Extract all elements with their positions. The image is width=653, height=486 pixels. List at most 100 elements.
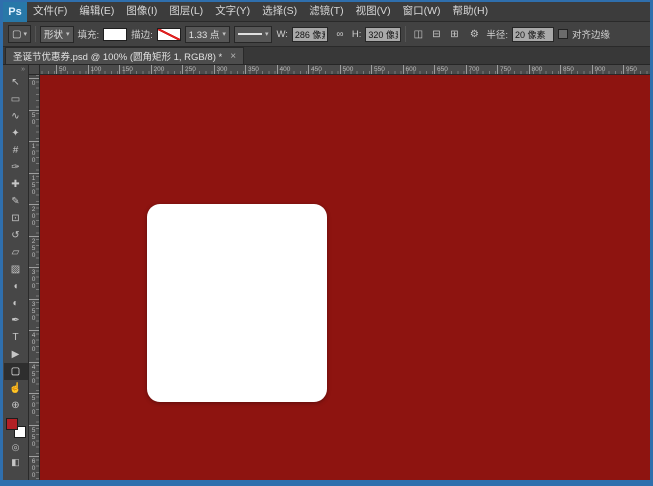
menu-view[interactable]: 视图(V) <box>350 2 397 21</box>
rounded-rectangle-shape[interactable] <box>147 204 327 402</box>
path-arrangement-icon[interactable]: ⊞ <box>446 26 462 43</box>
h-ruler-label: 50 <box>56 65 66 74</box>
menu-image[interactable]: 图像(I) <box>120 2 163 21</box>
close-tab-icon[interactable]: × <box>230 51 236 62</box>
fill-swatch[interactable] <box>103 27 128 41</box>
stroke-width-value: 1.33 点 <box>188 30 220 41</box>
v-ruler-label: 50 <box>29 109 39 126</box>
stroke-type-sample <box>237 33 262 35</box>
main-area: » ↖ ▭ ∿ ✦ # ✑ ✚ ✎ ⊡ ↺ ▱ ▨ ◖ ◐ ✒ T ▶ ▢ ☝ ⊕ ◎ ◧ 50 100 150 200 25… <box>3 65 650 480</box>
path-alignment-icon[interactable]: ⊟ <box>428 26 444 43</box>
v-ruler-label: 500 <box>29 393 39 416</box>
chevron-down-icon: ▾ <box>264 31 269 38</box>
dodge-tool[interactable]: ◐ <box>4 295 28 312</box>
zoom-tool[interactable]: ⊕ <box>4 397 28 414</box>
width-label: W: <box>276 28 288 40</box>
tool-preset-picker[interactable]: ▢ ▾ <box>8 25 31 43</box>
tools-panel: » ↖ ▭ ∿ ✦ # ✑ ✚ ✎ ⊡ ↺ ▱ ▨ ◖ ◐ ✒ T ▶ ▢ ☝ ⊕ ◎ ◧ <box>3 65 29 480</box>
h-ruler-label: 700 <box>465 65 479 74</box>
menu-help[interactable]: 帮助(H) <box>447 2 495 21</box>
link-dimensions-icon[interactable]: ∞ <box>332 26 348 43</box>
menu-type[interactable]: 文字(Y) <box>209 2 256 21</box>
document-tab[interactable]: 圣诞节优惠券.psd @ 100% (圆角矩形 1, RGB/8) * × <box>5 47 245 64</box>
path-op-buttons: ◫ ⊟ ⊞ <box>410 26 462 43</box>
path-operations-icon[interactable]: ◫ <box>410 26 426 43</box>
gear-icon[interactable]: ⚙ <box>466 26 482 43</box>
h-ruler-label: 300 <box>213 65 227 74</box>
h-ruler-label: 650 <box>434 65 448 74</box>
canvas[interactable] <box>40 75 650 480</box>
h-ruler-label: 950 <box>623 65 637 74</box>
tool-mode-value: 形状 <box>43 30 63 41</box>
menu-edit[interactable]: 编辑(E) <box>73 2 120 21</box>
height-label: H: <box>351 28 362 40</box>
quick-selection-tool[interactable]: ✦ <box>4 125 28 142</box>
photoshop-window: Ps 文件(F) 编辑(E) 图像(I) 图层(L) 文字(Y) 选择(S) 滤镜(T) 视图… <box>0 0 653 486</box>
height-input[interactable] <box>365 26 402 42</box>
foreground-color-swatch[interactable] <box>5 418 18 430</box>
radius-input[interactable] <box>512 26 555 42</box>
v-ruler-label: 400 <box>29 330 39 353</box>
stroke-width-select[interactable]: 1.33 点 ▾ <box>184 25 230 43</box>
eyedropper-tool[interactable]: ✑ <box>4 159 28 176</box>
quick-mask-button[interactable]: ◎ <box>4 440 28 455</box>
divider <box>34 26 36 42</box>
screen-mode-button[interactable]: ◧ <box>4 455 28 470</box>
h-ruler-label: 500 <box>339 65 353 74</box>
h-ruler-label: 900 <box>591 65 605 74</box>
v-ruler-label: 550 <box>29 424 39 448</box>
path-selection-tool[interactable]: ▶ <box>4 346 28 363</box>
radius-label: 半径: <box>486 30 509 41</box>
v-ruler-label: 450 <box>29 361 39 385</box>
menu-file[interactable]: 文件(F) <box>27 2 73 21</box>
lasso-tool[interactable]: ∿ <box>4 108 28 125</box>
color-swatches <box>5 418 26 438</box>
crop-tool[interactable]: # <box>4 142 28 159</box>
brush-tool[interactable]: ✎ <box>4 193 28 210</box>
rounded-rectangle-tool[interactable]: ▢ <box>3 363 28 380</box>
v-ruler-label: 600 <box>29 456 39 479</box>
menu-layer[interactable]: 图层(L) <box>163 2 209 21</box>
clone-stamp-tool[interactable]: ⊡ <box>4 210 28 227</box>
pen-tool[interactable]: ✒ <box>4 312 28 329</box>
blur-tool[interactable]: ◖ <box>4 278 28 295</box>
h-ruler-label: 750 <box>497 65 511 74</box>
eraser-tool[interactable]: ▱ <box>4 244 28 261</box>
rounded-rectangle-tool-icon: ▢ <box>12 28 22 40</box>
stroke-swatch[interactable] <box>156 27 181 41</box>
tool-mode-select[interactable]: 形状 ▾ <box>39 25 74 43</box>
collapse-panel-icon[interactable]: » <box>21 65 28 74</box>
horizontal-type-tool[interactable]: T <box>4 329 28 346</box>
ruler-origin-corner[interactable] <box>29 65 40 75</box>
menu-items: 文件(F) 编辑(E) 图像(I) 图层(L) 文字(Y) 选择(S) 滤镜(T) 视图(V)… <box>27 2 494 21</box>
chevron-down-icon: ▾ <box>222 31 226 38</box>
v-ruler-label: 100 <box>29 141 39 164</box>
h-ruler-label: 550 <box>371 65 385 74</box>
menu-filter[interactable]: 滤镜(T) <box>303 2 349 21</box>
chevron-down-icon: ▾ <box>23 31 27 38</box>
move-tool[interactable]: ↖ <box>4 74 28 91</box>
menu-bar: Ps 文件(F) 编辑(E) 图像(I) 图层(L) 文字(Y) 选择(S) 滤镜(T) 视图… <box>3 1 650 22</box>
history-brush-tool[interactable]: ↺ <box>4 227 28 244</box>
v-ruler-label: 0 <box>29 78 39 87</box>
vertical-ruler[interactable]: 0 50 100 150 200 250 300 350 400 450 500 550 600 <box>29 75 40 480</box>
spot-healing-brush-tool[interactable]: ✚ <box>4 176 28 193</box>
menu-window[interactable]: 窗口(W) <box>397 2 447 21</box>
width-input[interactable] <box>291 26 328 42</box>
v-ruler-label: 250 <box>29 235 39 259</box>
align-edges-checkbox[interactable] <box>558 29 569 39</box>
gradient-tool[interactable]: ▨ <box>4 261 28 278</box>
v-ruler-label: 300 <box>29 267 39 290</box>
options-bar: ▢ ▾ 形状 ▾ 填充: 描边: 1.33 点 ▾ ▾ W: ∞ H: ◫⊟⊞ … <box>3 22 650 47</box>
stroke-type-select[interactable]: ▾ <box>233 25 273 43</box>
h-ruler-label: 200 <box>150 65 164 74</box>
chevron-down-icon: ▾ <box>65 31 70 38</box>
menu-select[interactable]: 选择(S) <box>256 2 303 21</box>
hand-tool[interactable]: ☝ <box>4 380 28 397</box>
divider <box>405 26 407 42</box>
horizontal-ruler[interactable]: 50 100 150 200 250 300 350 400 450 500 550 600 650 70… <box>29 65 650 75</box>
rectangular-marquee-tool[interactable]: ▭ <box>4 91 28 108</box>
document-title: 圣诞节优惠券.psd @ 100% (圆角矩形 1, RGB/8) * <box>13 52 223 63</box>
stroke-label: 描边: <box>131 30 153 41</box>
h-ruler-label: 100 <box>87 65 101 74</box>
